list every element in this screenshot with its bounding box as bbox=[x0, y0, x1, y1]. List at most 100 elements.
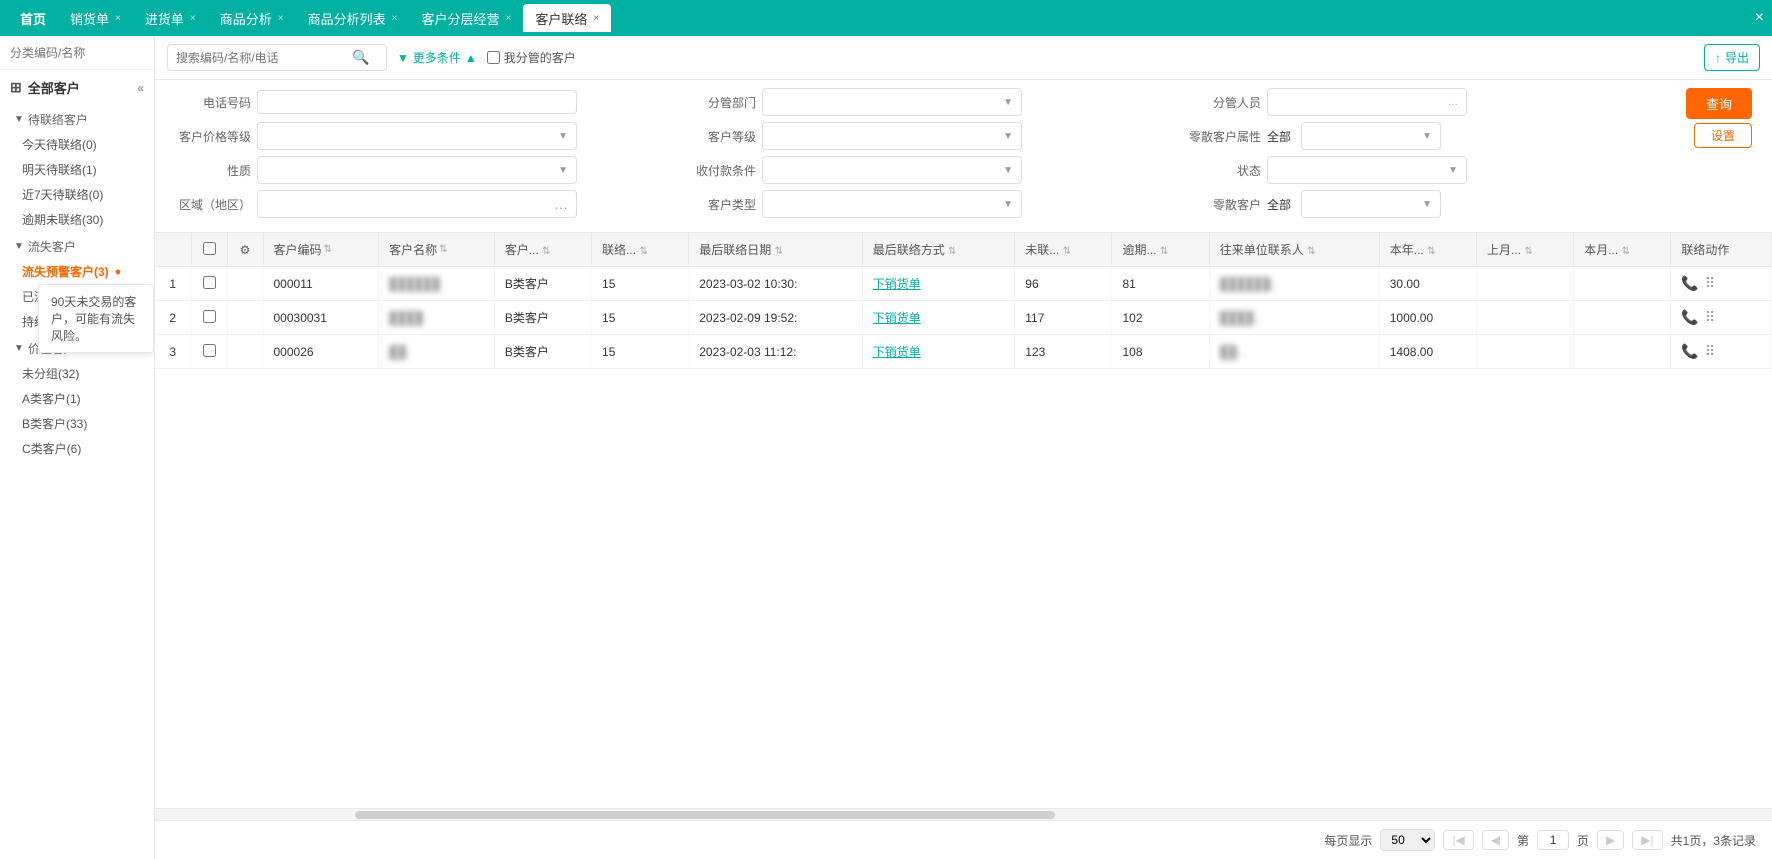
cell-action-1: 📞 ⠿ bbox=[1671, 301, 1772, 335]
filter-phone-label: 电话号码 bbox=[171, 94, 251, 111]
tab-purchase[interactable]: 进货单 × bbox=[133, 4, 208, 32]
chevron-down-icon-7: ▼ bbox=[1003, 165, 1013, 176]
tab-analysis-list[interactable]: 商品分析列表 × bbox=[296, 4, 410, 32]
table-container: ⚙ 客户编码 ⇅ 客户名称 ⇅ bbox=[155, 233, 1772, 808]
select-all-checkbox[interactable] bbox=[203, 242, 216, 255]
more-action-icon-1[interactable]: ⠿ bbox=[1705, 309, 1715, 326]
tab-customer-segment-close[interactable]: × bbox=[505, 13, 511, 24]
table-footer: 每页显示 50 100 200 |◀ ◀ 第 页 ▶ ▶| 共1页，3条记录 bbox=[155, 820, 1772, 859]
contact-action-icon-2[interactable]: 📞 bbox=[1681, 343, 1698, 360]
cell-checkbox-1[interactable] bbox=[191, 301, 227, 335]
cell-this-year-1: 1000.00 bbox=[1379, 301, 1476, 335]
horizontal-scrollbar[interactable] bbox=[155, 808, 1772, 820]
row-checkbox-0[interactable] bbox=[203, 276, 216, 289]
tab-customer-segment[interactable]: 客户分层经营 × bbox=[409, 4, 523, 32]
page-prev-button[interactable]: ◀ bbox=[1482, 830, 1509, 850]
more-action-icon-2[interactable]: ⠿ bbox=[1705, 343, 1715, 360]
filter-payment-label: 收付款条件 bbox=[676, 162, 756, 179]
sidebar-item-lost-warning[interactable]: 流失预警客户(3) ● bbox=[0, 259, 154, 284]
tab-analysis-close[interactable]: × bbox=[278, 13, 284, 24]
sidebar-search-input[interactable] bbox=[10, 46, 155, 60]
filter-nature-select[interactable]: ▼ bbox=[257, 156, 577, 184]
sidebar-group-pending[interactable]: ▼ 待联络客户 bbox=[0, 105, 154, 132]
filter-field-nature: 性质 ▼ bbox=[171, 156, 668, 184]
scrollbar-thumb[interactable] bbox=[355, 811, 1055, 819]
filter-customer-type-select[interactable]: ▼ bbox=[762, 190, 1022, 218]
contact-method-link-0[interactable]: 下销货单 bbox=[873, 277, 921, 291]
filter-rows-wrapper: 电话号码 分管部门 ▼ 分管人员 … bbox=[171, 88, 1756, 224]
sort-icon-contact: ⇅ bbox=[639, 246, 647, 257]
tab-analysis-list-close[interactable]: × bbox=[392, 13, 398, 24]
window-close-button[interactable]: × bbox=[1755, 9, 1764, 27]
sidebar-item-overdue[interactable]: 逾期未联络(30) bbox=[0, 207, 154, 232]
filter-price-grade-select[interactable]: ▼ bbox=[257, 122, 577, 150]
table-row: 3 000026 ██ B类客户 15 2023-02-03 11:12: 下销… bbox=[155, 335, 1772, 369]
export-button[interactable]: ↑ 导出 bbox=[1704, 44, 1760, 71]
more-action-icon-0[interactable]: ⠿ bbox=[1705, 275, 1715, 292]
tab-analysis[interactable]: 商品分析 × bbox=[208, 4, 296, 32]
col-header-this-year: 本年... ⇅ bbox=[1379, 233, 1476, 267]
filter-payment-select[interactable]: ▼ bbox=[762, 156, 1022, 184]
chevron-up-icon: ▲ bbox=[465, 51, 477, 65]
sort-icon-code: ⇅ bbox=[324, 244, 332, 255]
filter-division-dept-label: 分管部门 bbox=[676, 94, 756, 111]
contact-method-link-2[interactable]: 下销货单 bbox=[873, 345, 921, 359]
settings-button[interactable]: 设置 bbox=[1694, 123, 1752, 148]
row-checkbox-1[interactable] bbox=[203, 310, 216, 323]
page-next-button[interactable]: ▶ bbox=[1597, 830, 1624, 850]
filter-customer-grade-select[interactable]: ▼ bbox=[762, 122, 1022, 150]
contact-action-icon-1[interactable]: 📞 bbox=[1681, 309, 1698, 326]
contact-method-link-1[interactable]: 下销货单 bbox=[873, 311, 921, 325]
col-header-customer-code: 客户编码 ⇅ bbox=[263, 233, 379, 267]
filter-region-select[interactable]: … bbox=[257, 190, 577, 218]
my-customers-check[interactable] bbox=[487, 51, 500, 64]
page-size-select[interactable]: 50 100 200 bbox=[1380, 829, 1435, 851]
tab-sales[interactable]: 销货单 × bbox=[58, 4, 133, 32]
sidebar-item-class-b[interactable]: B类客户(33) bbox=[0, 411, 154, 436]
sidebar-item-ungrouped[interactable]: 未分组(32) bbox=[0, 361, 154, 386]
cell-checkbox-0[interactable] bbox=[191, 267, 227, 301]
filter-division-person-select[interactable]: … bbox=[1267, 88, 1467, 116]
tab-home[interactable]: 首页 bbox=[8, 4, 58, 32]
query-button[interactable]: 查询 bbox=[1686, 88, 1752, 119]
tab-customer-contact-close[interactable]: × bbox=[593, 13, 599, 24]
contact-action-icon-0[interactable]: 📞 bbox=[1681, 275, 1698, 292]
filter-status-select[interactable]: ▼ bbox=[1267, 156, 1467, 184]
more-conditions-button[interactable]: ▼ 更多条件 ▲ bbox=[397, 49, 477, 66]
tab-customer-contact[interactable]: 客户联络 × bbox=[523, 4, 611, 32]
row-checkbox-2[interactable] bbox=[203, 344, 216, 357]
sidebar-item-tomorrow[interactable]: 明天待联络(1) bbox=[0, 157, 154, 182]
col-header-settings[interactable]: ⚙ bbox=[227, 233, 263, 267]
sidebar-item-week[interactable]: 近7天待联络(0) bbox=[0, 182, 154, 207]
sidebar-all-customers[interactable]: ⊞ 全部客户 « bbox=[0, 70, 154, 105]
filter-search-button[interactable]: 🔍 bbox=[352, 49, 369, 66]
my-customers-checkbox[interactable]: 我分管的客户 bbox=[487, 49, 576, 66]
all-customers-label: 全部客户 bbox=[28, 78, 80, 97]
sidebar-item-class-c[interactable]: C类客户(6) bbox=[0, 436, 154, 461]
tab-sales-close[interactable]: × bbox=[115, 13, 121, 24]
filter-search-input[interactable] bbox=[176, 51, 346, 65]
page-last-button[interactable]: ▶| bbox=[1632, 830, 1662, 850]
col-header-customer-name: 客户名称 ⇅ bbox=[379, 233, 495, 267]
sort-icon-tmonth: ⇅ bbox=[1622, 246, 1630, 257]
cell-no-0: 1 bbox=[155, 267, 191, 301]
cell-checkbox-2[interactable] bbox=[191, 335, 227, 369]
col-header-last-contact-method: 最后联络方式 ⇅ bbox=[862, 233, 1015, 267]
filter-division-dept-select[interactable]: ▼ bbox=[762, 88, 1022, 116]
page-number-input[interactable] bbox=[1537, 830, 1569, 850]
filter-retail-attr-select[interactable]: ▼ bbox=[1301, 122, 1441, 150]
chevron-down-icon-5: ▼ bbox=[1422, 131, 1432, 142]
sort-customer-code[interactable]: 客户编码 ⇅ bbox=[274, 241, 369, 258]
sidebar-group-lost[interactable]: ▼ 流失客户 bbox=[0, 232, 154, 259]
page-first-button[interactable]: |◀ bbox=[1443, 830, 1473, 850]
chevron-down-icon-8: ▼ bbox=[1448, 165, 1458, 176]
sort-icon-lmonth: ⇅ bbox=[1524, 246, 1532, 257]
table-row: 1 000011 ██████ B类客户 15 2023-03-02 10:30… bbox=[155, 267, 1772, 301]
sidebar-item-today[interactable]: 今天待联络(0) bbox=[0, 132, 154, 157]
filter-retail-customer-select[interactable]: ▼ bbox=[1301, 190, 1441, 218]
tab-purchase-close[interactable]: × bbox=[190, 13, 196, 24]
filter-phone-input[interactable] bbox=[257, 90, 577, 114]
filter-customer-type-label: 客户类型 bbox=[676, 196, 756, 213]
sidebar-item-class-a[interactable]: A类客户(1) bbox=[0, 386, 154, 411]
sort-customer-name[interactable]: 客户名称 ⇅ bbox=[389, 241, 484, 258]
